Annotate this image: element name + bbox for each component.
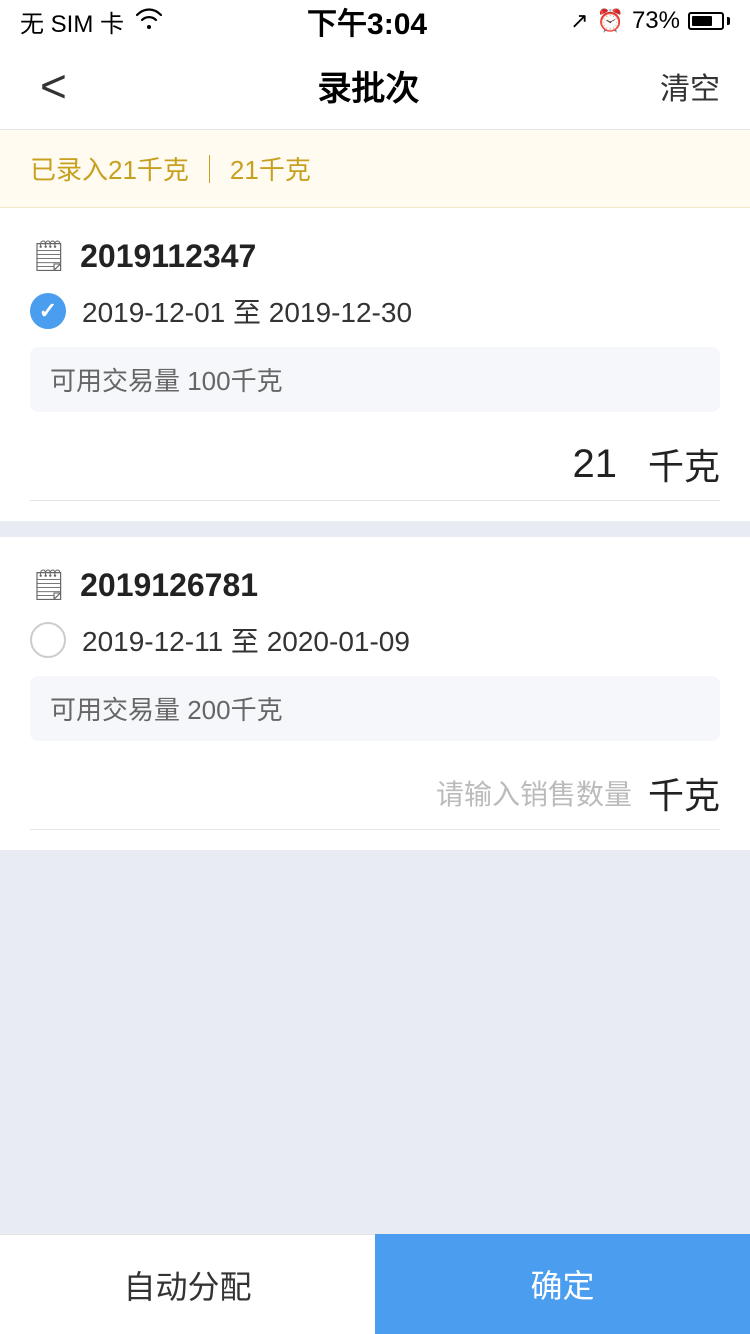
batch-date-2: 2019-12-11 至 2020-01-09 xyxy=(82,620,410,660)
battery-icon xyxy=(688,12,730,30)
batch-id-2: 2019126781 xyxy=(80,567,258,604)
section-divider xyxy=(0,521,750,537)
batch-date-row-1[interactable]: 2019-12-01 至 2019-12-30 xyxy=(30,291,720,331)
batch-item-2: 🗒 2019126781 2019-12-11 至 2020-01-09 可用交… xyxy=(0,537,750,850)
location-icon: ↗ xyxy=(570,8,588,34)
wifi-icon xyxy=(134,7,164,36)
empty-area xyxy=(0,850,750,1290)
batch-header-1: 🗒 2019112347 xyxy=(30,238,720,275)
status-right: ↗ ⏰ 73% xyxy=(570,7,730,35)
batch-date-row-2[interactable]: 2019-12-11 至 2020-01-09 xyxy=(30,620,720,660)
carrier-text: 无 SIM 卡 xyxy=(20,4,124,39)
batch-header-2: 🗒 2019126781 xyxy=(30,567,720,604)
quantity-placeholder-2: 请输入销售数量 xyxy=(30,773,632,813)
batch-quantity-row-2: 请输入销售数量 千克 xyxy=(30,757,720,830)
quantity-input-1[interactable] xyxy=(512,442,632,487)
bottom-bar: 自动分配 确定 xyxy=(0,1234,750,1334)
page-title: 录批次 xyxy=(317,61,419,110)
batch-item-1: 🗒 2019112347 2019-12-01 至 2019-12-30 可用交… xyxy=(0,208,750,521)
summary-divider xyxy=(209,155,210,183)
summary-bar: 已录入21千克 21千克 xyxy=(0,130,750,208)
nav-bar: < 录批次 清空 xyxy=(0,42,750,130)
radio-unchecked-2[interactable] xyxy=(30,622,66,658)
radio-checked-1[interactable] xyxy=(30,293,66,329)
status-left: 无 SIM 卡 xyxy=(20,4,164,39)
batch-id-1: 2019112347 xyxy=(80,238,256,275)
quantity-unit-1: 千克 xyxy=(648,438,720,490)
status-bar: 无 SIM 卡 下午3:04 ↗ ⏰ 73% xyxy=(0,0,750,42)
status-time: 下午3:04 xyxy=(307,0,427,43)
auto-distribute-button[interactable]: 自动分配 xyxy=(0,1234,375,1334)
doc-icon-2: 🗒 xyxy=(30,568,68,603)
battery-percent: 73% xyxy=(632,7,680,35)
quantity-unit-2: 千克 xyxy=(648,767,720,819)
summary-value: 21千克 xyxy=(230,150,311,187)
back-button[interactable]: < xyxy=(30,49,77,123)
batch-avail-2: 可用交易量 200千克 xyxy=(30,676,720,741)
batch-quantity-row-1: 千克 xyxy=(30,428,720,501)
batch-avail-1: 可用交易量 100千克 xyxy=(30,347,720,412)
summary-label: 已录入21千克 xyxy=(30,150,189,187)
alarm-icon: ⏰ xyxy=(597,8,624,34)
confirm-button[interactable]: 确定 xyxy=(375,1234,750,1334)
batch-date-1: 2019-12-01 至 2019-12-30 xyxy=(82,291,412,331)
doc-icon-1: 🗒 xyxy=(30,239,68,274)
clear-button[interactable]: 清空 xyxy=(660,64,720,108)
